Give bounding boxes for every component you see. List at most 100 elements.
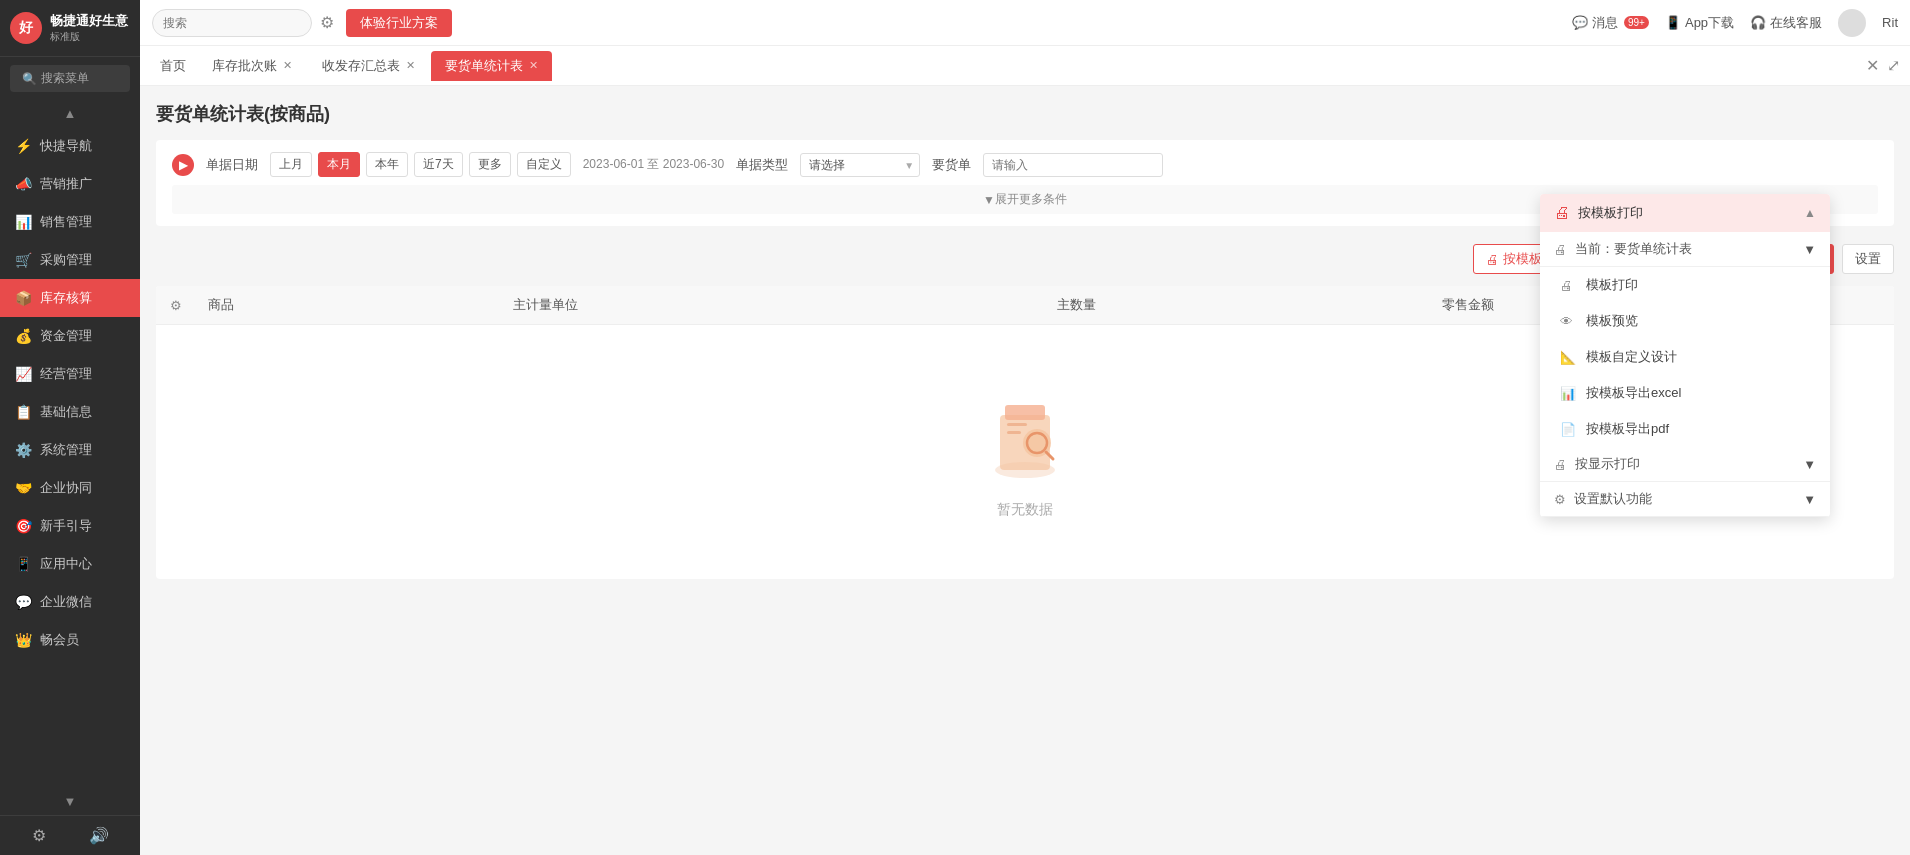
dropdown-item-export-pdf[interactable]: 📄 按模板导出pdf bbox=[1540, 411, 1830, 447]
display-print-header[interactable]: 🖨 按显示打印 ▼ bbox=[1540, 447, 1830, 481]
template-design-label: 模板自定义设计 bbox=[1586, 348, 1677, 366]
empty-text: 暂无数据 bbox=[997, 501, 1053, 519]
dropdown-header: 🖨 按模板打印 ▲ bbox=[1540, 194, 1830, 232]
sound-icon[interactable]: 🔊 bbox=[89, 826, 109, 845]
scroll-down-btn[interactable]: ▼ bbox=[0, 788, 140, 815]
dropdown-item-export-excel[interactable]: 📊 按模板导出excel bbox=[1540, 375, 1830, 411]
sidebar-search[interactable]: 🔍 搜索菜单 bbox=[10, 65, 130, 92]
tab-batch[interactable]: 库存批次账 ✕ bbox=[198, 51, 306, 81]
wechat-icon: 💬 bbox=[14, 593, 32, 611]
sidebar-item-member[interactable]: 👑 畅会员 bbox=[0, 621, 140, 659]
app-download-label: App下载 bbox=[1685, 14, 1734, 32]
date-range: 2023-06-01 至 2023-06-30 bbox=[583, 156, 724, 173]
guide-icon: 🎯 bbox=[14, 517, 32, 535]
tab-home[interactable]: 首页 bbox=[150, 51, 196, 81]
sidebar-item-label: 库存核算 bbox=[40, 289, 92, 307]
header-gear-icon[interactable]: ⚙ bbox=[320, 13, 334, 32]
search-icon: 🔍 bbox=[22, 72, 37, 86]
sidebar-item-marketing[interactable]: 📣 营销推广 bbox=[0, 165, 140, 203]
cargo-label: 要货单 bbox=[932, 156, 971, 174]
sidebar-item-purchase[interactable]: 🛒 采购管理 bbox=[0, 241, 140, 279]
app-download-action[interactable]: 📱 App下载 bbox=[1665, 14, 1734, 32]
dropdown-print-icon: 🖨 bbox=[1554, 204, 1570, 222]
user-avatar[interactable] bbox=[1838, 9, 1866, 37]
tab-order-stats-label: 要货单统计表 bbox=[445, 57, 523, 75]
sidebar-item-guide[interactable]: 🎯 新手引导 bbox=[0, 507, 140, 545]
sidebar-item-apps[interactable]: 📱 应用中心 bbox=[0, 545, 140, 583]
current-template-header[interactable]: 🖨 当前：要货单统计表 ▼ bbox=[1540, 232, 1830, 266]
dropdown-collapse-icon[interactable]: ▲ bbox=[1804, 206, 1816, 220]
sidebar-item-inventory[interactable]: 📦 库存核算 bbox=[0, 279, 140, 317]
page-title: 要货单统计表(按商品) bbox=[156, 102, 1894, 126]
experience-btn[interactable]: 体验行业方案 bbox=[346, 9, 452, 37]
filter-expand-btn[interactable]: ▶ bbox=[172, 154, 194, 176]
enterprise-icon: 🤝 bbox=[14, 479, 32, 497]
set-default-header[interactable]: ⚙ 设置默认功能 ▼ bbox=[1540, 482, 1830, 516]
online-service-label: 在线客服 bbox=[1770, 14, 1822, 32]
username-label: Rit bbox=[1882, 15, 1898, 30]
page-content: 要货单统计表(按商品) ▶ 单据日期 上月 本月 本年 近7天 更多 自定义 2… bbox=[140, 86, 1910, 855]
date-btn-more[interactable]: 更多 bbox=[469, 152, 511, 177]
purchase-icon: 🛒 bbox=[14, 251, 32, 269]
header-search-input[interactable] bbox=[152, 9, 312, 37]
notification-action[interactable]: 💬 消息 99+ bbox=[1572, 14, 1649, 32]
date-btn-7days[interactable]: 近7天 bbox=[414, 152, 463, 177]
display-print-label: 按显示打印 bbox=[1575, 455, 1640, 473]
cargo-input[interactable] bbox=[983, 153, 1163, 177]
scroll-up-btn[interactable]: ▲ bbox=[0, 100, 140, 127]
dropdown-item-template-preview[interactable]: 👁 模板预览 bbox=[1540, 303, 1830, 339]
sidebar-logo: 好 畅捷通好生意 标准版 bbox=[0, 0, 140, 57]
dropdown-item-template-design[interactable]: 📐 模板自定义设计 bbox=[1540, 339, 1830, 375]
sidebar-item-label: 营销推广 bbox=[40, 175, 92, 193]
tab-expand-icon[interactable]: ⤢ bbox=[1887, 56, 1900, 75]
template-design-icon: 📐 bbox=[1560, 350, 1576, 365]
tab-close-all-icon[interactable]: ✕ bbox=[1866, 56, 1879, 75]
date-btn-this-year[interactable]: 本年 bbox=[366, 152, 408, 177]
sidebar-item-finance[interactable]: 💰 资金管理 bbox=[0, 317, 140, 355]
date-btn-last-month[interactable]: 上月 bbox=[270, 152, 312, 177]
header-left: ⚙ 体验行业方案 bbox=[152, 9, 1572, 37]
current-template-icon: 🖨 bbox=[1554, 242, 1567, 257]
sidebar-item-label: 系统管理 bbox=[40, 441, 92, 459]
sidebar-item-enterprise[interactable]: 🤝 企业协同 bbox=[0, 469, 140, 507]
phone-icon: 📱 bbox=[1665, 15, 1681, 30]
settings-bottom-icon[interactable]: ⚙ bbox=[32, 826, 46, 845]
date-btn-custom[interactable]: 自定义 bbox=[517, 152, 571, 177]
shortcut-icon: ⚡ bbox=[14, 137, 32, 155]
top-header: ⚙ 体验行业方案 💬 消息 99+ 📱 App下载 🎧 在线客服 Rit bbox=[140, 0, 1910, 46]
tab-order-stats[interactable]: 要货单统计表 ✕ bbox=[431, 51, 552, 81]
chevron-down-icon: ▼ bbox=[983, 193, 995, 207]
tab-batch-close[interactable]: ✕ bbox=[283, 59, 292, 72]
type-select[interactable]: 请选择 bbox=[800, 153, 920, 177]
date-btn-this-month[interactable]: 本月 bbox=[318, 152, 360, 177]
sidebar-item-sales[interactable]: 📊 销售管理 bbox=[0, 203, 140, 241]
version-label: 标准版 bbox=[50, 30, 128, 44]
current-template-chevron: ▼ bbox=[1803, 242, 1816, 257]
tab-receivable[interactable]: 收发存汇总表 ✕ bbox=[308, 51, 429, 81]
tab-receivable-close[interactable]: ✕ bbox=[406, 59, 415, 72]
header-right: 💬 消息 99+ 📱 App下载 🎧 在线客服 Rit bbox=[1572, 9, 1898, 37]
dropdown-title: 🖨 按模板打印 bbox=[1554, 204, 1643, 222]
online-service-action[interactable]: 🎧 在线客服 bbox=[1750, 14, 1822, 32]
dropdown-item-template-print[interactable]: 🖨 模板打印 bbox=[1540, 267, 1830, 303]
tab-order-stats-close[interactable]: ✕ bbox=[529, 59, 538, 72]
sidebar-item-system[interactable]: ⚙️ 系统管理 bbox=[0, 431, 140, 469]
sidebar-item-label: 经营管理 bbox=[40, 365, 92, 383]
svg-rect-2 bbox=[1005, 405, 1045, 420]
logo-icon: 好 bbox=[10, 12, 42, 44]
sidebar-item-wechat[interactable]: 💬 企业微信 bbox=[0, 583, 140, 621]
table-settings-icon[interactable]: ⚙ bbox=[170, 298, 182, 313]
set-default-section: ⚙ 设置默认功能 ▼ bbox=[1540, 482, 1830, 517]
sidebar-item-operation[interactable]: 📈 经营管理 bbox=[0, 355, 140, 393]
sidebar-item-basic[interactable]: 📋 基础信息 bbox=[0, 393, 140, 431]
set-default-icon: ⚙ bbox=[1554, 492, 1566, 507]
sidebar-item-shortcut[interactable]: ⚡ 快捷导航 bbox=[0, 127, 140, 165]
sidebar: 好 畅捷通好生意 标准版 🔍 搜索菜单 ▲ ⚡ 快捷导航 📣 营销推广 📊 销售… bbox=[0, 0, 140, 855]
sidebar-item-label: 新手引导 bbox=[40, 517, 92, 535]
settings-table-btn[interactable]: 设置 bbox=[1842, 244, 1894, 274]
display-print-icon: 🖨 bbox=[1554, 457, 1567, 472]
sidebar-item-label: 采购管理 bbox=[40, 251, 92, 269]
display-print-section: 🖨 按显示打印 ▼ bbox=[1540, 447, 1830, 482]
col-settings[interactable]: ⚙ bbox=[156, 286, 196, 325]
col-quantity: 主数量 bbox=[1045, 286, 1430, 325]
